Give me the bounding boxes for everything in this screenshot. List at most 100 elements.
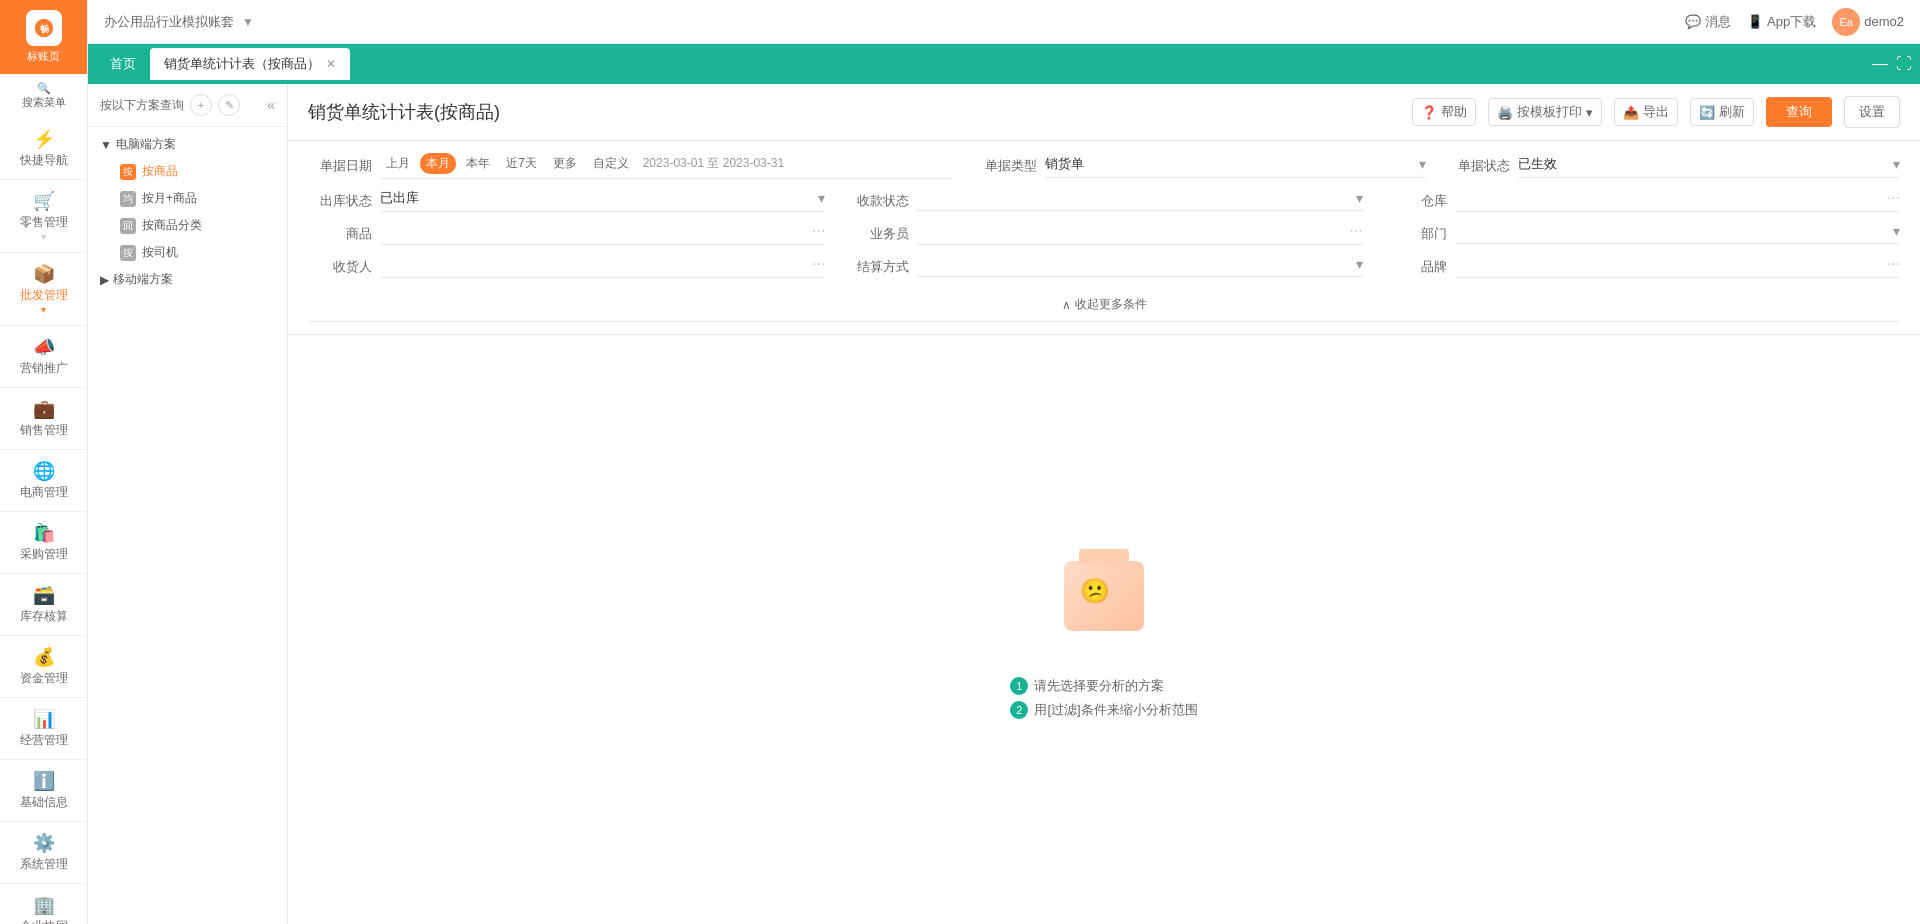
wholesale-arrow: ▾ (41, 304, 46, 315)
doc-type-dropdown-icon[interactable]: ▾ (1419, 156, 1426, 172)
query-btn[interactable]: 查询 (1766, 97, 1832, 127)
sidebar-item-retail[interactable]: 🛒 零售管理 ▾ (0, 180, 87, 253)
sidebar-item-finance[interactable]: 💰 资金管理 (0, 636, 87, 698)
empty-step-2: 2 用[过滤]条件来缩小分析范围 (1010, 701, 1197, 719)
date-range-display: 2023-03-01 至 2023-03-31 (643, 155, 784, 172)
sidebar-item-marketing[interactable]: 📣 营销推广 (0, 326, 87, 388)
print-btn[interactable]: 🖨️ 按模板打印 ▾ (1488, 98, 1602, 126)
print-dropdown-icon: ▾ (1586, 105, 1593, 120)
brand-input[interactable] (1455, 257, 1887, 272)
tab-home-label: 首页 (110, 55, 136, 73)
export-icon: 📤 (1623, 105, 1639, 120)
tab-maximize-btn[interactable]: ⛶ (1896, 55, 1912, 73)
recipient-input[interactable] (380, 257, 812, 272)
retail-icon: 🛒 (33, 190, 55, 212)
settlement-input[interactable] (917, 257, 1355, 272)
inventory-icon: 🗃️ (33, 584, 55, 606)
salesperson-input[interactable] (917, 224, 1349, 239)
settlement-dropdown-icon[interactable]: ▾ (1356, 256, 1363, 272)
sidebar-item-operations[interactable]: 📊 经营管理 (0, 698, 87, 760)
department-control: ▾ (1455, 223, 1900, 244)
doc-type-value: 销货单 (1045, 155, 1084, 173)
step-1-text: 请先选择要分析的方案 (1034, 677, 1164, 695)
sidebar-item-inventory[interactable]: 🗃️ 库存核算 (0, 574, 87, 636)
warehouse-status-dropdown-icon[interactable]: ▾ (818, 190, 825, 206)
salesperson-dots-icon[interactable]: ··· (1349, 222, 1362, 240)
tree-child-by-month-product[interactable]: 均 按月+商品 (88, 185, 287, 212)
payment-status-dropdown-icon[interactable]: ▾ (1356, 190, 1363, 206)
edit-icon: ✎ (225, 99, 234, 112)
tab-minimize-btn[interactable]: — (1872, 55, 1888, 73)
topbar-dropdown-icon[interactable]: ▼ (242, 15, 254, 29)
sidebar-item-procurement[interactable]: 🛍️ 采购管理 (0, 512, 87, 574)
sidebar-item-wholesale[interactable]: 📦 批发管理 ▾ (0, 253, 87, 326)
by-category-icon: 回 (120, 218, 136, 234)
refresh-btn[interactable]: 🔄 刷新 (1690, 98, 1754, 126)
help-btn[interactable]: ❓ 帮助 (1412, 98, 1476, 126)
sidebar-search[interactable]: 🔍 搜索菜单 (22, 74, 66, 118)
empty-step-1: 1 请先选择要分析的方案 (1010, 677, 1197, 695)
tree-child-by-cashier[interactable]: 按 按司机 (88, 239, 287, 266)
retail-arrow: ▾ (41, 231, 46, 242)
tab-close-icon[interactable]: ✕ (326, 57, 336, 71)
sidebar-item-quick-nav[interactable]: ⚡ 快捷导航 (0, 118, 87, 180)
header-actions: ❓ 帮助 🖨️ 按模板打印 ▾ 📤 导出 � (1412, 96, 1900, 128)
user-menu[interactable]: Ea demo2 (1832, 8, 1904, 36)
sidebar-item-system[interactable]: ⚙️ 系统管理 (0, 822, 87, 884)
empty-illustration: 😕 (1044, 541, 1164, 661)
brand-dots-icon[interactable]: ··· (1887, 255, 1900, 273)
by-month-product-label: 按月+商品 (142, 190, 197, 207)
main-area: 办公用品行业模拟账套 ▼ 💬 消息 📱 App下载 Ea demo2 首页 (88, 0, 1920, 924)
panel-collapse-btn[interactable]: « (267, 97, 275, 113)
tree-pc-section[interactable]: ▼ 电脑端方案 (88, 131, 287, 158)
content-area: 按以下方案查询 + ✎ « ▼ 电脑端方案 按 按商品 (88, 84, 1920, 924)
tree-child-by-product[interactable]: 按 按商品 (88, 158, 287, 185)
sidebar-item-enterprise[interactable]: 🏢 企业协同 (0, 884, 87, 924)
app-download-btn[interactable]: 📱 App下载 (1747, 13, 1816, 31)
filter-row-1: 单据日期 上月 本月 本年 近7天 更多 自定义 2023-03-01 至 20… (308, 153, 1900, 179)
help-icon: ❓ (1421, 105, 1437, 120)
sidebar-item-basic[interactable]: ℹ️ 基础信息 (0, 760, 87, 822)
recipient-dots-icon[interactable]: ··· (812, 255, 825, 273)
tree-mobile-section[interactable]: ▶ 移动端方案 (88, 266, 287, 293)
panel-header-label: 按以下方案查询 (100, 97, 184, 114)
left-panel-header: 按以下方案查询 + ✎ « (88, 84, 287, 127)
marketing-icon: 📣 (33, 336, 55, 358)
product-input[interactable] (380, 224, 812, 239)
brand-label: 品牌 (1383, 258, 1455, 276)
panel-edit-btn[interactable]: ✎ (218, 94, 240, 116)
department-input[interactable] (1455, 224, 1893, 239)
department-dropdown-icon[interactable]: ▾ (1893, 223, 1900, 239)
sidebar-item-ecommerce[interactable]: 🌐 电商管理 (0, 450, 87, 512)
settings-btn[interactable]: 设置 (1844, 96, 1900, 128)
payment-status-input[interactable] (917, 191, 1355, 206)
tab-home[interactable]: 首页 (96, 48, 150, 80)
product-dots-icon[interactable]: ··· (812, 222, 825, 240)
quick-nav-label: 快捷导航 (20, 152, 68, 169)
collapse-bar[interactable]: ∧ 收起更多条件 (308, 288, 1900, 322)
filter-area: 单据日期 上月 本月 本年 近7天 更多 自定义 2023-03-01 至 20… (288, 141, 1920, 335)
refresh-label: 刷新 (1719, 103, 1745, 121)
app-logo[interactable]: 畅 标账页 (0, 0, 87, 74)
marketing-label: 营销推广 (20, 360, 68, 377)
date-btn-last-month[interactable]: 上月 (380, 153, 416, 174)
doc-status-dropdown-icon[interactable]: ▾ (1893, 156, 1900, 172)
warehouse-dots-icon[interactable]: ··· (1887, 189, 1900, 207)
date-quick-btns: 上月 本月 本年 近7天 更多 自定义 2023-03-01 至 2023-03… (380, 153, 784, 174)
date-btn-custom[interactable]: 自定义 (587, 153, 635, 174)
date-btn-this-month[interactable]: 本月 (420, 153, 456, 174)
date-btn-this-year[interactable]: 本年 (460, 153, 496, 174)
export-btn[interactable]: 📤 导出 (1614, 98, 1678, 126)
sidebar: 畅 标账页 🔍 搜索菜单 ⚡ 快捷导航 🛒 零售管理 ▾ 📦 批发管理 ▾ 📣 … (0, 0, 88, 924)
warehouse-input[interactable] (1455, 191, 1887, 206)
date-btn-7days[interactable]: 近7天 (500, 153, 543, 174)
sidebar-item-sales[interactable]: 💼 销售管理 (0, 388, 87, 450)
finance-label: 资金管理 (20, 670, 68, 687)
panel-add-btn[interactable]: + (190, 94, 212, 116)
doc-type-filter-control: 销货单 ▾ (1045, 155, 1427, 178)
wholesale-icon: 📦 (33, 263, 55, 285)
tree-child-by-category[interactable]: 回 按商品分类 (88, 212, 287, 239)
message-btn[interactable]: 💬 消息 (1685, 13, 1731, 31)
tab-sales-stats[interactable]: 销货单统计计表（按商品） ✕ (150, 48, 350, 80)
date-btn-more[interactable]: 更多 (547, 153, 583, 174)
